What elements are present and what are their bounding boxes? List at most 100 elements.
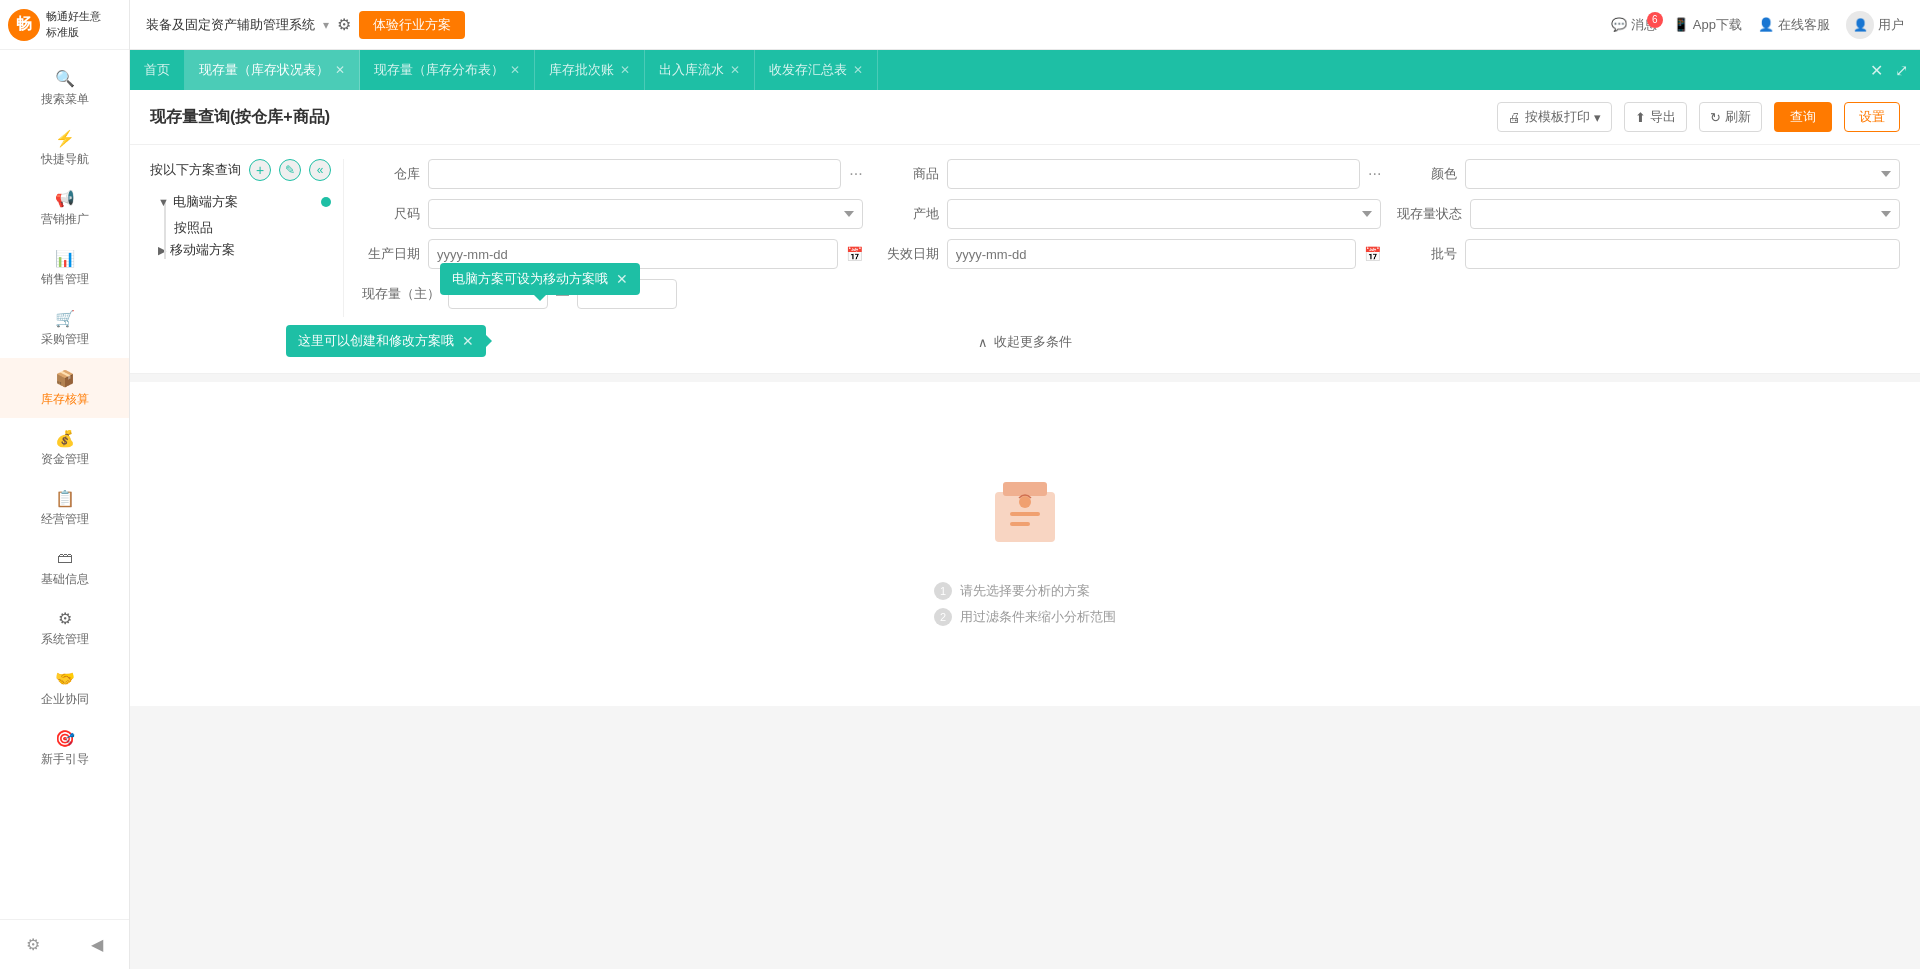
desktop-scheme-label: 电脑端方案	[173, 193, 238, 211]
finance-icon: 💰	[55, 428, 75, 448]
sales-icon: 📊	[55, 248, 75, 268]
notification-badge: 6	[1647, 12, 1663, 28]
mobile-scheme-label: 移动端方案	[170, 241, 235, 259]
tab-inventory-status[interactable]: 现存量（库存状况表） ✕	[185, 50, 360, 90]
color-label: 颜色	[1397, 165, 1457, 183]
edit-scheme-btn[interactable]: ✎	[279, 159, 301, 181]
warehouse-input[interactable]	[428, 159, 841, 189]
goods-dots[interactable]: ···	[1368, 165, 1381, 183]
tab-inout-flow[interactable]: 出入库流水 ✕	[645, 50, 755, 90]
sidebar-item-quick-nav[interactable]: ⚡ 快捷导航	[0, 118, 129, 178]
setup-btn[interactable]: 设置	[1844, 102, 1900, 132]
search-menu-icon: 🔍	[55, 68, 75, 88]
filter-size: 尺码	[360, 199, 863, 229]
add-scheme-btn[interactable]: +	[249, 159, 271, 181]
template-print-btn[interactable]: 🖨 按模板打印 ▾	[1497, 102, 1612, 132]
origin-select[interactable]	[947, 199, 1382, 229]
expiry-date-input[interactable]	[947, 239, 1357, 269]
svg-point-4	[1019, 496, 1031, 508]
user-action[interactable]: 👤 用户	[1846, 11, 1904, 39]
empty-tip-2: 2 用过滤条件来缩小分析范围	[934, 608, 1116, 626]
operation-icon: 📋	[55, 488, 75, 508]
tab-home[interactable]: 首页	[130, 50, 185, 90]
color-select[interactable]	[1465, 159, 1900, 189]
filter-section: 电脑方案可设为移动方案哦 ✕ 这里可以创建和修改方案哦 ✕ 按以下方案查询 + …	[130, 145, 1920, 374]
sidebar-collapse-btn[interactable]: ◀	[86, 930, 108, 959]
goods-input[interactable]	[947, 159, 1360, 189]
guide-icon: 🎯	[55, 728, 75, 748]
logo-icon: 畅	[8, 9, 40, 41]
close-all-tabs-btn[interactable]: ✕	[1866, 57, 1887, 84]
tip-text-2: 用过滤条件来缩小分析范围	[960, 608, 1116, 626]
notification-icon: 💬	[1611, 17, 1627, 32]
batch-no-input[interactable]	[1465, 239, 1900, 269]
sidebar-item-inventory[interactable]: 📦 库存核算	[0, 358, 129, 418]
online-support-action[interactable]: 👤 在线客服	[1758, 16, 1830, 34]
qty-main-label: 现存量（主）	[360, 285, 440, 303]
sidebar-item-basic[interactable]: 🗃 基础信息	[0, 538, 129, 598]
sidebar-item-search[interactable]: 🔍 搜索菜单	[0, 58, 129, 118]
size-select[interactable]	[428, 199, 863, 229]
app-download-label: App下载	[1693, 16, 1742, 34]
user-label: 用户	[1878, 16, 1904, 34]
online-support-label: 在线客服	[1778, 16, 1830, 34]
tab-close-batch[interactable]: ✕	[620, 63, 630, 77]
filter-batch-no: 批号	[1397, 239, 1900, 269]
tab-close-inout[interactable]: ✕	[730, 63, 740, 77]
tip-text-1: 请先选择要分析的方案	[960, 582, 1090, 600]
tab-close-inventory-dist[interactable]: ✕	[510, 63, 520, 77]
filter-color: 颜色	[1397, 159, 1900, 189]
scheme-item-按照品[interactable]: 按照品	[174, 219, 331, 237]
tab-recv-summary[interactable]: 收发存汇总表 ✕	[755, 50, 878, 90]
sidebar-item-purchase[interactable]: 🛒 采购管理	[0, 298, 129, 358]
arrow-left-btn[interactable]: «	[309, 159, 331, 181]
batch-no-label: 批号	[1397, 245, 1457, 263]
tab-inventory-dist[interactable]: 现存量（库存分布表） ✕	[360, 50, 535, 90]
stock-status-select[interactable]	[1470, 199, 1900, 229]
notification-action[interactable]: 💬 消息 6	[1611, 16, 1657, 34]
left-scheme-panel: 按以下方案查询 + ✎ « ▼ 电脑端方案	[150, 159, 344, 317]
tooltip2-close[interactable]: ✕	[462, 333, 474, 349]
sidebar-item-marketing[interactable]: 📢 营销推广	[0, 178, 129, 238]
empty-state: 1 请先选择要分析的方案 2 用过滤条件来缩小分析范围	[130, 382, 1920, 706]
tooltip1-close[interactable]: ✕	[616, 271, 628, 287]
filter-main-layout: 按以下方案查询 + ✎ « ▼ 电脑端方案	[150, 159, 1900, 317]
expiry-date-label: 失效日期	[879, 245, 939, 263]
app-download-action[interactable]: 📱 App下载	[1673, 16, 1742, 34]
maximize-btn[interactable]: ⤢	[1891, 57, 1912, 84]
empty-illustration	[975, 462, 1075, 562]
enterprise-icon: 🤝	[55, 668, 75, 688]
filter-row2: 尺码 产地 现存量状态	[360, 199, 1900, 229]
tab-batch-account[interactable]: 库存批次账 ✕	[535, 50, 645, 90]
sidebar-settings-btn[interactable]: ⚙	[21, 930, 45, 959]
sidebar-item-operation[interactable]: 📋 经营管理	[0, 478, 129, 538]
expiry-date-calendar-icon[interactable]: 📅	[1364, 246, 1381, 262]
export-btn[interactable]: ⬆ 导出	[1624, 102, 1687, 132]
tab-close-inventory-status[interactable]: ✕	[335, 63, 345, 77]
refresh-icon: ↻	[1710, 110, 1721, 125]
sidebar-item-system[interactable]: ⚙ 系统管理	[0, 598, 129, 658]
filter-stock-status: 现存量状态	[1397, 199, 1900, 229]
sidebar-item-enterprise[interactable]: 🤝 企业协同	[0, 658, 129, 718]
refresh-btn[interactable]: ↻ 刷新	[1699, 102, 1762, 132]
content-area: 现存量查询(按仓库+商品) 🖨 按模板打印 ▾ ⬆ 导出 ↻ 刷新 查询 设置	[130, 90, 1920, 969]
system-dropdown-icon[interactable]: ▾	[323, 18, 329, 32]
warehouse-dots[interactable]: ···	[849, 165, 862, 183]
tab-bar: 首页 现存量（库存状况表） ✕ 现存量（库存分布表） ✕ 库存批次账 ✕ 出入库…	[130, 50, 1920, 90]
tab-close-recv[interactable]: ✕	[853, 63, 863, 77]
quick-nav-icon: ⚡	[55, 128, 75, 148]
query-btn[interactable]: 查询	[1774, 102, 1832, 132]
filter-row1: 仓库 ··· 商品 ··· 颜色	[360, 159, 1900, 189]
tab-bar-actions: ✕ ⤢	[1866, 57, 1920, 84]
prod-date-calendar-icon[interactable]: 📅	[846, 246, 863, 262]
scheme-desktop-row[interactable]: ▼ 电脑端方案	[158, 193, 331, 211]
sidebar-item-sales[interactable]: 📊 销售管理	[0, 238, 129, 298]
experience-btn[interactable]: 体验行业方案	[359, 11, 465, 39]
sidebar-item-guide[interactable]: 🎯 新手引导	[0, 718, 129, 778]
filter-origin: 产地	[879, 199, 1382, 229]
sidebar-item-finance[interactable]: 💰 资金管理	[0, 418, 129, 478]
header-settings-icon[interactable]: ⚙	[337, 15, 351, 34]
scheme-mobile-row[interactable]: ▶ 移动端方案	[158, 241, 331, 259]
print-icon: 🖨	[1508, 110, 1521, 125]
tooltip2-text: 这里可以创建和修改方案哦	[298, 332, 454, 350]
